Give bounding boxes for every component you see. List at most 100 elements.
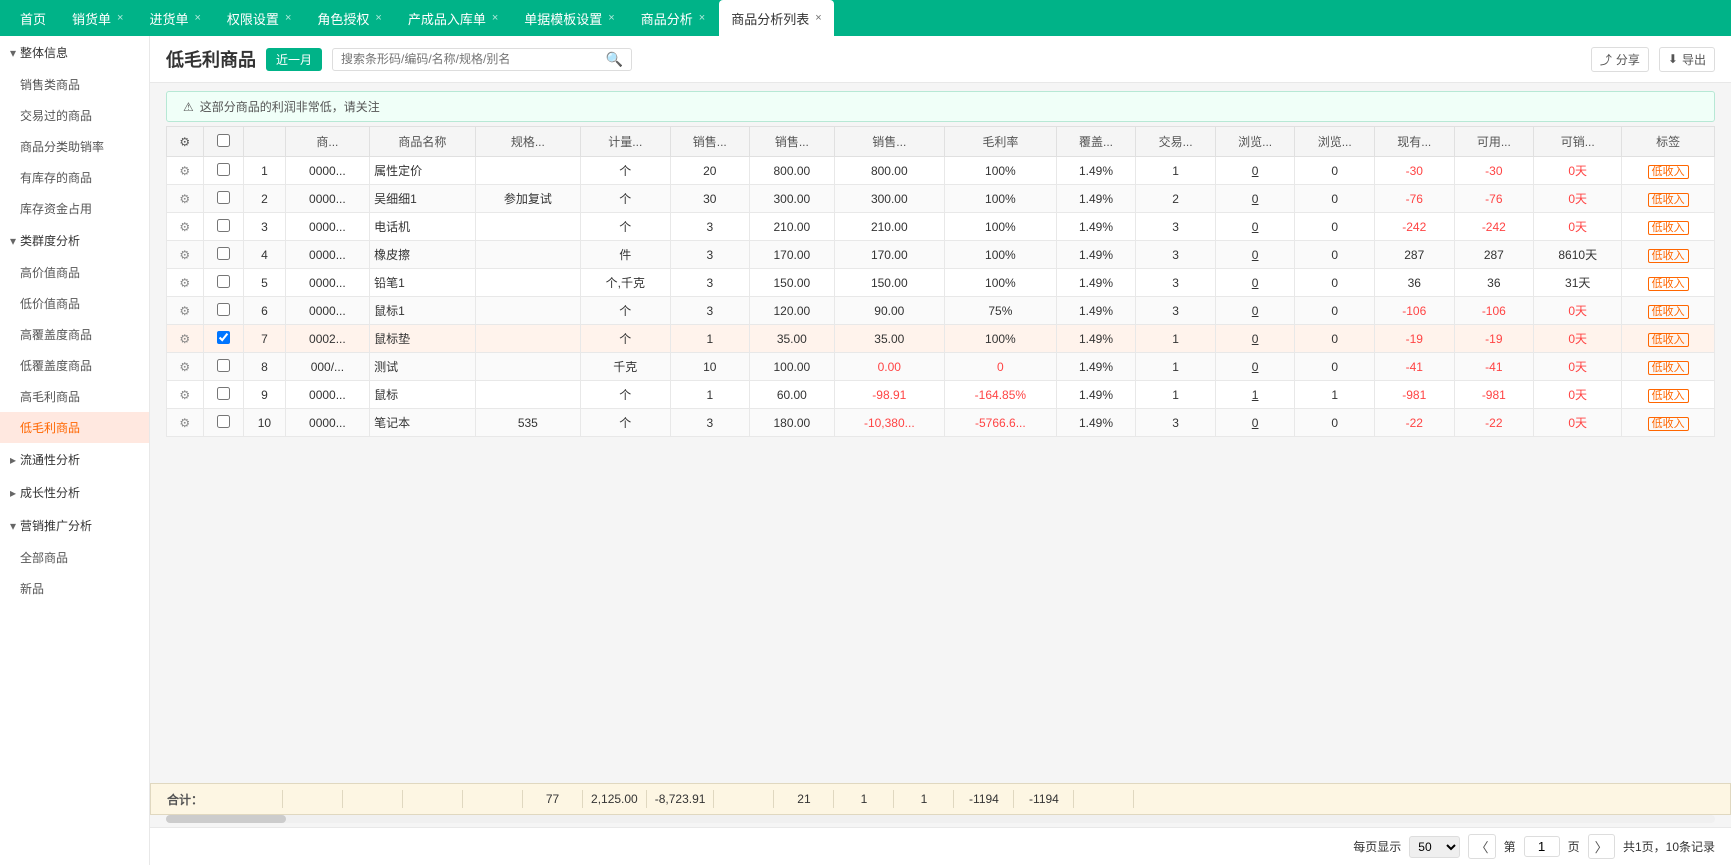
row-checkbox[interactable] (203, 269, 244, 297)
row-browse1[interactable]: 0 (1215, 269, 1295, 297)
col-margin[interactable]: 毛利率 (945, 127, 1057, 157)
sidebar-group-cluster[interactable]: ▾ 类群度分析 (0, 224, 149, 257)
sidebar-item-high-margin[interactable]: 高毛利商品 (0, 381, 149, 412)
row-settings[interactable]: ⚙ (167, 157, 204, 185)
row-settings[interactable]: ⚙ (167, 185, 204, 213)
col-stock3[interactable]: 可销... (1534, 127, 1622, 157)
row-select-checkbox[interactable] (217, 303, 230, 316)
page-input[interactable] (1524, 836, 1560, 857)
row-select-checkbox[interactable] (217, 275, 230, 288)
sidebar-item-sales-goods[interactable]: 销售类商品 (0, 69, 149, 100)
nav-purchase[interactable]: 进货单 × (137, 0, 212, 36)
row-browse1[interactable]: 0 (1215, 241, 1295, 269)
row-settings[interactable]: ⚙ (167, 409, 204, 437)
row-checkbox[interactable] (203, 185, 244, 213)
prev-page-button[interactable]: 〈 (1468, 834, 1495, 859)
row-checkbox[interactable] (203, 381, 244, 409)
share-button[interactable]: ⤴ 分享 (1591, 47, 1649, 72)
row-checkbox[interactable] (203, 213, 244, 241)
col-browse1[interactable]: 浏览... (1215, 127, 1295, 157)
row-select-checkbox[interactable] (217, 163, 230, 176)
nav-template[interactable]: 单据模板设置 × (512, 0, 626, 36)
col-code[interactable]: 商... (285, 127, 370, 157)
next-page-button[interactable]: 〉 (1588, 834, 1615, 859)
col-sales2[interactable]: 销售... (750, 127, 835, 157)
nav-goods-analysis-list[interactable]: 商品分析列表 × (719, 0, 833, 36)
row-browse1[interactable]: 0 (1215, 353, 1295, 381)
horizontal-scrollbar[interactable] (166, 815, 1715, 823)
sidebar-group-flow[interactable]: ▸ 流通性分析 (0, 443, 149, 476)
row-select-checkbox[interactable] (217, 415, 230, 428)
row-settings[interactable]: ⚙ (167, 297, 204, 325)
row-checkbox[interactable] (203, 353, 244, 381)
close-icon[interactable]: × (194, 12, 200, 24)
col-sales3[interactable]: 销售... (834, 127, 944, 157)
close-icon[interactable]: × (492, 12, 498, 24)
row-select-checkbox[interactable] (217, 359, 230, 372)
col-name[interactable]: 商品名称 (370, 127, 475, 157)
col-stock2[interactable]: 可用... (1454, 127, 1534, 157)
col-stock1[interactable]: 现有... (1374, 127, 1454, 157)
row-checkbox[interactable] (203, 325, 244, 353)
sidebar-group-marketing[interactable]: ▾ 营销推广分析 (0, 509, 149, 542)
row-browse1[interactable]: 0 (1215, 157, 1295, 185)
sidebar-item-low-value[interactable]: 低价值商品 (0, 288, 149, 319)
col-settings[interactable]: ⚙ (167, 127, 204, 157)
nav-goods-analysis[interactable]: 商品分析 × (629, 0, 717, 36)
row-browse1[interactable]: 0 (1215, 325, 1295, 353)
row-settings[interactable]: ⚙ (167, 381, 204, 409)
col-tag[interactable]: 标签 (1622, 127, 1715, 157)
sidebar-item-all-goods[interactable]: 全部商品 (0, 542, 149, 573)
col-coverage[interactable]: 覆盖... (1056, 127, 1136, 157)
row-select-checkbox[interactable] (217, 331, 230, 344)
close-icon[interactable]: × (375, 12, 381, 24)
row-checkbox[interactable] (203, 241, 244, 269)
row-checkbox[interactable] (203, 157, 244, 185)
nav-permission[interactable]: 权限设置 × (215, 0, 303, 36)
row-select-checkbox[interactable] (217, 387, 230, 400)
close-icon[interactable]: × (699, 12, 705, 24)
row-settings[interactable]: ⚙ (167, 353, 204, 381)
sidebar-item-category-rate[interactable]: 商品分类助销率 (0, 131, 149, 162)
col-unit[interactable]: 计量... (581, 127, 670, 157)
per-page-select[interactable]: 50 100 (1409, 836, 1460, 858)
row-settings[interactable]: ⚙ (167, 325, 204, 353)
row-checkbox[interactable] (203, 409, 244, 437)
sidebar-item-traded-goods[interactable]: 交易过的商品 (0, 100, 149, 131)
sidebar-item-new-goods[interactable]: 新品 (0, 573, 149, 604)
period-button[interactable]: 近一月 (266, 48, 322, 71)
select-all-checkbox[interactable] (217, 134, 230, 147)
col-checkbox[interactable] (203, 127, 244, 157)
row-browse1[interactable]: 0 (1215, 409, 1295, 437)
row-browse1[interactable]: 0 (1215, 213, 1295, 241)
close-icon[interactable]: × (117, 12, 123, 24)
sidebar-item-low-margin[interactable]: 低毛利商品 (0, 412, 149, 443)
sidebar-item-stock-goods[interactable]: 有库存的商品 (0, 162, 149, 193)
row-browse1[interactable]: 0 (1215, 185, 1295, 213)
col-sales1[interactable]: 销售... (670, 127, 750, 157)
row-browse1[interactable]: 1 (1215, 381, 1295, 409)
close-icon[interactable]: × (815, 12, 821, 24)
close-icon[interactable]: × (285, 12, 291, 24)
search-input[interactable] (341, 52, 606, 66)
scrollbar-thumb[interactable] (166, 815, 286, 823)
row-checkbox[interactable] (203, 297, 244, 325)
row-settings[interactable]: ⚙ (167, 269, 204, 297)
row-browse1[interactable]: 0 (1215, 297, 1295, 325)
col-trade[interactable]: 交易... (1136, 127, 1216, 157)
sidebar-item-high-coverage[interactable]: 高覆盖度商品 (0, 319, 149, 350)
sidebar-item-high-value[interactable]: 高价值商品 (0, 257, 149, 288)
nav-product-in[interactable]: 产成品入库单 × (396, 0, 510, 36)
row-select-checkbox[interactable] (217, 247, 230, 260)
col-spec[interactable]: 规格... (475, 127, 580, 157)
sidebar-group-overall[interactable]: ▾ 整体信息 (0, 36, 149, 69)
close-icon[interactable]: × (608, 12, 614, 24)
export-button[interactable]: ⬇ 导出 (1659, 47, 1715, 72)
sidebar-group-growth[interactable]: ▸ 成长性分析 (0, 476, 149, 509)
row-select-checkbox[interactable] (217, 191, 230, 204)
search-icon[interactable]: 🔍 (606, 51, 623, 68)
row-settings[interactable]: ⚙ (167, 241, 204, 269)
sidebar-item-low-coverage[interactable]: 低覆盖度商品 (0, 350, 149, 381)
row-select-checkbox[interactable] (217, 219, 230, 232)
sidebar-item-stock-capital[interactable]: 库存资金占用 (0, 193, 149, 224)
